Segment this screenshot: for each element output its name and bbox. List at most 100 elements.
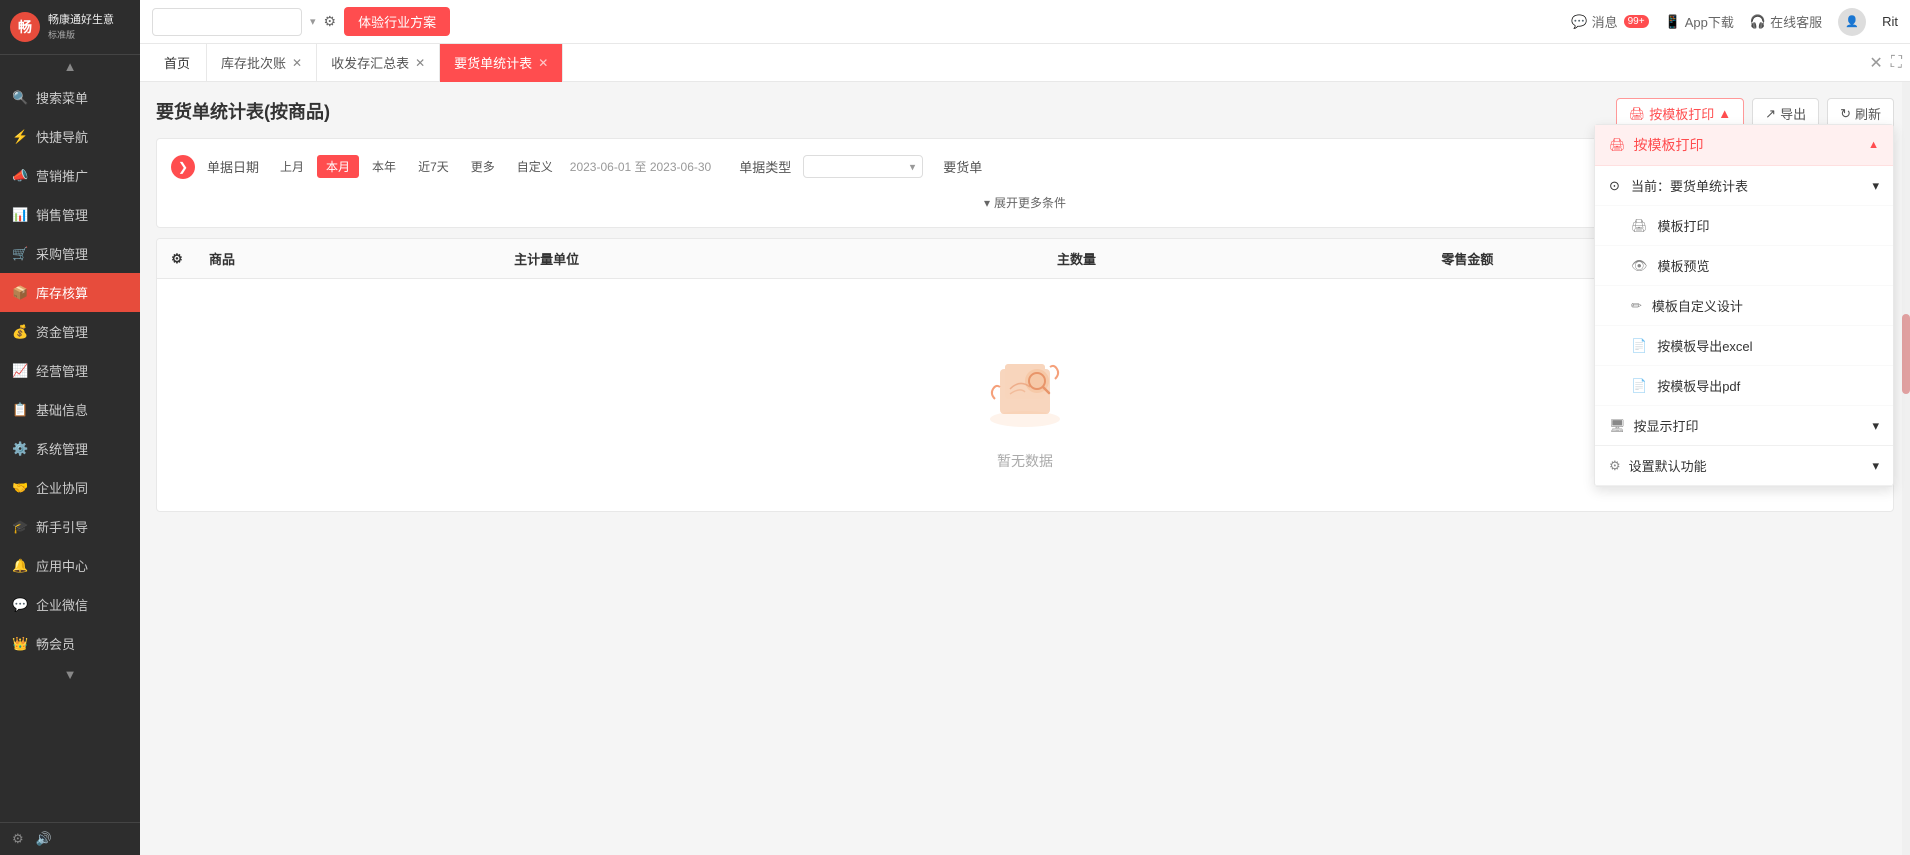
tab-receipt-summary-close[interactable]: ✕ [415,56,425,70]
print-chevron-icon: ▲ [1718,106,1731,121]
app-download-btn[interactable]: 📱 App下载 [1665,12,1734,31]
empty-text: 暂无数据 [997,451,1053,471]
system-icon: ⚙️ [12,441,28,457]
dropdown-item-template-print[interactable]: 🖨 模板打印 [1595,206,1893,246]
tabs-expand-btn[interactable]: ⛶ [1891,54,1902,72]
tabs-close-all-btn[interactable]: ✕ [1869,53,1882,73]
page-content: 要货单统计表(按商品) ❯ 单据日期 上月 本月 本年 近7天 更多 自定义 2… [140,82,1910,855]
sidebar-item-marketing[interactable]: 📣 营销推广 [0,156,140,195]
sidebar-item-search[interactable]: 🔍 搜索菜单 [0,78,140,117]
type-label: 单据类型 [739,157,791,176]
sidebar-item-inventory[interactable]: 📦 库存核算 [0,273,140,312]
filter-expand-btn[interactable]: ❯ [171,155,195,179]
sidebar-item-label: 企业微信 [36,595,88,614]
sidebar-item-newbie[interactable]: 🎓 新手引导 [0,507,140,546]
sidebar-item-operation[interactable]: 📈 经营管理 [0,351,140,390]
sidebar-item-wecom[interactable]: 💬 企业微信 [0,585,140,624]
sidebar-item-member[interactable]: 👑 畅会员 [0,624,140,663]
dropdown-chevron-icon[interactable]: ▲ [1868,139,1879,151]
bottom-settings-icon[interactable]: ⚙ [12,831,24,847]
dropdown-item-current[interactable]: ⊙ 当前：要货单统计表 ▾ [1595,166,1893,206]
type-select[interactable] [803,155,923,178]
tab-receipt-summary[interactable]: 收发存汇总表 ✕ [317,44,440,82]
dropdown-group-left: 🖥 按显示打印 [1609,416,1699,435]
notifications-btn[interactable]: 💬 消息 99+ [1571,12,1648,31]
main-area: ▾ ⚙ 体验行业方案 💬 消息 99+ 📱 App下载 🎧 在线客服 👤 Rit… [140,0,1910,855]
sidebar-item-appstore[interactable]: 🔔 应用中心 [0,546,140,585]
sidebar-item-sales[interactable]: 📊 销售管理 [0,195,140,234]
tab-home-label: 首页 [164,53,190,72]
current-chevron-icon: ▾ [1872,178,1879,194]
avatar[interactable]: 👤 [1838,8,1866,36]
sidebar-item-label: 资金管理 [36,322,88,341]
tab-batch-account[interactable]: 库存批次账 ✕ [207,44,317,82]
sidebar-item-label: 基础信息 [36,400,88,419]
sidebar-item-label: 应用中心 [36,556,88,575]
dropdown-item-template-design[interactable]: ✏ 模板自定义设计 [1595,286,1893,326]
settings-icon[interactable]: ⚙ [171,251,183,266]
date-btn-custom[interactable]: 自定义 [508,155,562,178]
sales-icon: 📊 [12,207,28,223]
yaohuo-label: 要货单 [943,157,982,176]
expand-more-btn[interactable]: ▾ 展开更多条件 [972,190,1078,215]
page-scrollbar-thumb[interactable] [1902,314,1910,394]
wecom-icon: 💬 [12,597,28,613]
expand-icon: ▾ [984,196,990,210]
dropdown-item-template-pdf[interactable]: 📄 按模板导出pdf [1595,366,1893,406]
sidebar-item-basic[interactable]: 📋 基础信息 [0,390,140,429]
member-icon: 👑 [12,636,28,652]
bottom-sound-icon[interactable]: 🔊 [36,831,52,847]
date-btn-prev[interactable]: 上月 [271,155,313,178]
page-scrollbar[interactable] [1902,82,1910,855]
tab-order-summary[interactable]: 要货单统计表 ✕ [440,44,563,82]
date-label: 单据日期 [207,157,259,176]
sidebar-item-system[interactable]: ⚙️ 系统管理 [0,429,140,468]
dropdown-header: 🖨 按模板打印 ▲ [1595,125,1893,166]
template-print-icon: 🖨 [1631,218,1648,234]
sidebar-scroll-up[interactable]: ▲ [0,55,140,78]
date-btn-more[interactable]: 更多 [462,155,504,178]
set-default-icon: ⚙ [1609,458,1621,474]
date-btn-year[interactable]: 本年 [363,155,405,178]
th-settings[interactable]: ⚙ [157,239,197,279]
dropdown-item-template-preview[interactable]: 👁 模板预览 [1595,246,1893,286]
date-btn-7days[interactable]: 近7天 [409,155,458,178]
sidebar-item-finance[interactable]: 💰 资金管理 [0,312,140,351]
sidebar-item-label: 搜索菜单 [36,88,88,107]
industry-btn[interactable]: 体验行业方案 [344,7,450,36]
notifications-label: 消息 [1592,12,1618,31]
template-preview-icon: 👁 [1631,258,1648,274]
template-preview-label: 模板预览 [1658,256,1710,275]
appstore-icon: 🔔 [12,558,28,574]
sidebar: 畅 畅康通好生意 标准版 ▲ 🔍 搜索菜单 ⚡ 快捷导航 📣 营销推广 📊 销售… [0,0,140,855]
online-service-btn[interactable]: 🎧 在线客服 [1750,12,1822,31]
th-quantity: 主数量 [1045,239,1429,279]
sidebar-item-label: 新手引导 [36,517,88,536]
topbar-settings-icon[interactable]: ⚙ [324,13,337,30]
tab-order-summary-label: 要货单统计表 [454,53,532,72]
tab-order-summary-close[interactable]: ✕ [538,56,548,70]
finance-icon: 💰 [12,324,28,340]
dropdown-header-title: 按模板打印 [1634,135,1704,155]
sidebar-item-quick-nav[interactable]: ⚡ 快捷导航 [0,117,140,156]
tab-home[interactable]: 首页 [148,44,207,82]
dropdown-item-display-print[interactable]: 🖥 按显示打印 ▾ [1595,406,1893,446]
topbar-chevron-icon[interactable]: ▾ [310,15,316,28]
sidebar-item-label: 企业协同 [36,478,88,497]
sidebar-logo: 畅 畅康通好生意 标准版 [0,0,140,55]
tab-batch-account-close[interactable]: ✕ [292,56,302,70]
tabs-right: ✕ ⛶ [1869,53,1910,73]
export-btn-label: 导出 [1780,104,1806,123]
dropdown-item-set-default[interactable]: ⚙ 设置默认功能 ▾ [1595,446,1893,486]
dropdown-item-template-excel[interactable]: 📄 按模板导出excel [1595,326,1893,366]
phone-icon: 📱 [1665,14,1681,30]
type-select-wrapper [803,155,923,178]
template-pdf-icon: 📄 [1631,378,1647,394]
date-btn-current[interactable]: 本月 [317,155,359,178]
logo-icon: 畅 [10,12,40,42]
sidebar-item-purchase[interactable]: 🛒 采购管理 [0,234,140,273]
topbar-search-input[interactable] [152,8,302,36]
logo-name: 畅康通好生意 [48,13,114,28]
sidebar-item-collab[interactable]: 🤝 企业协同 [0,468,140,507]
sidebar-scroll-down[interactable]: ▼ [0,663,140,686]
